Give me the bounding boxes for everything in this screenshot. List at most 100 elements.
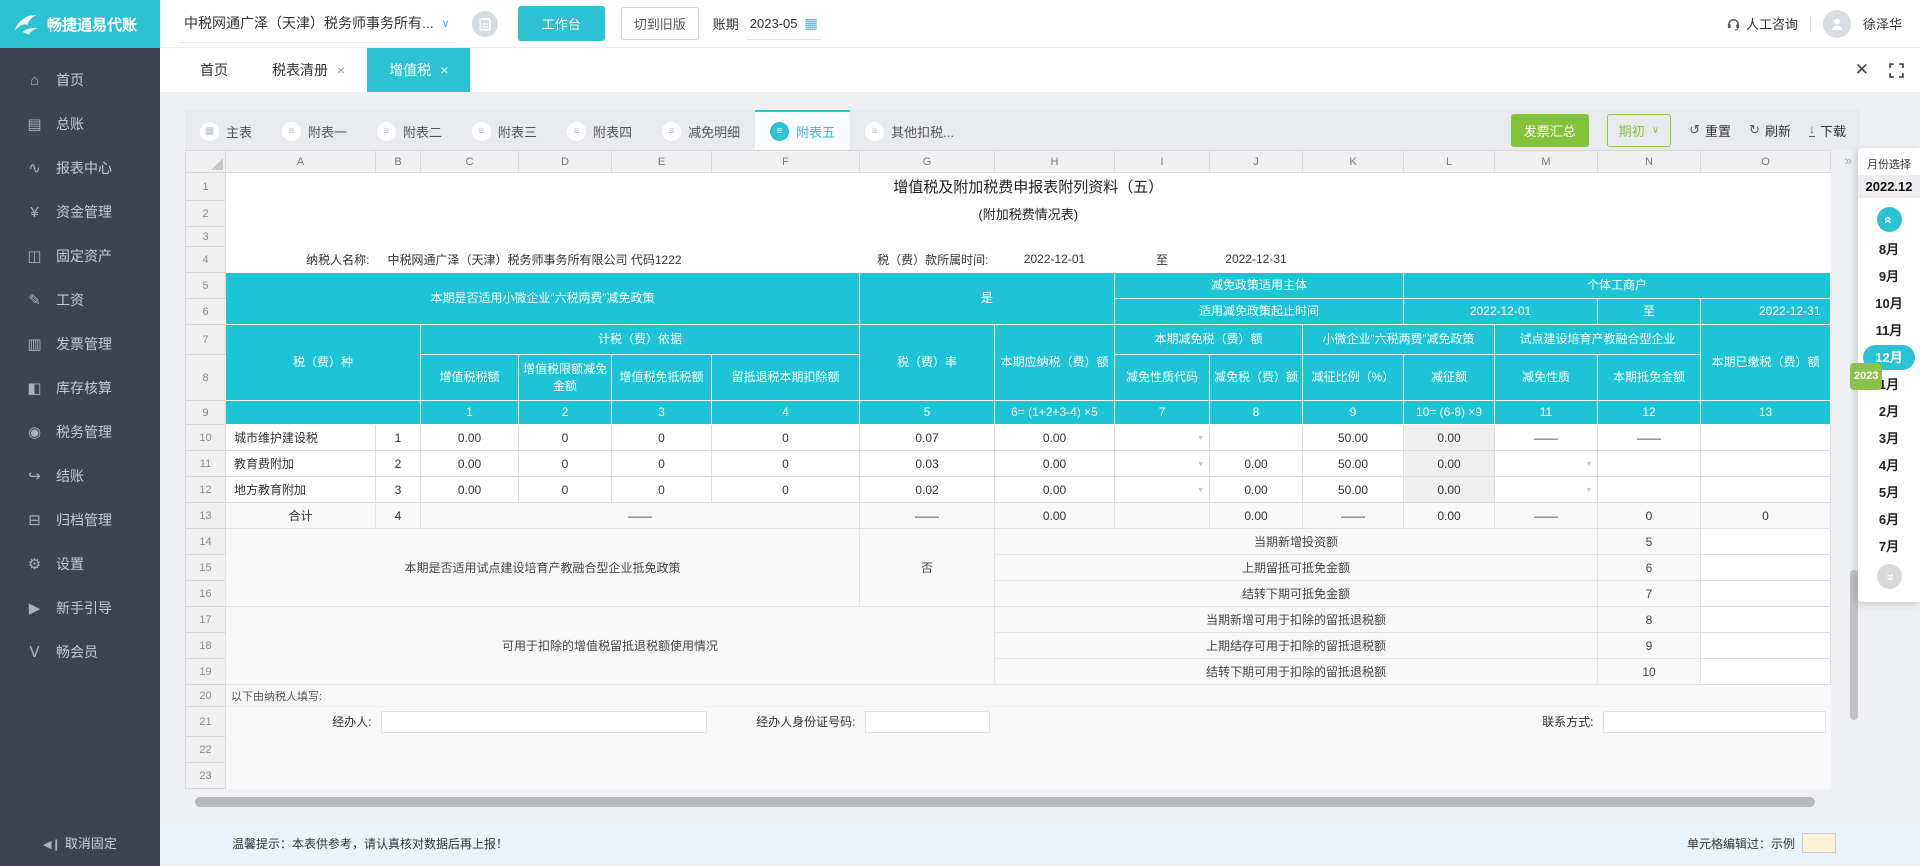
close-icon[interactable]: ×	[337, 62, 345, 78]
sheet-tab-附表五[interactable]: ≡ 附表五	[755, 110, 851, 150]
month-item[interactable]: 10月	[1863, 291, 1915, 316]
column-letter[interactable]: E	[611, 150, 712, 173]
row-number[interactable]: 17	[185, 606, 226, 633]
cell[interactable]	[1700, 632, 1831, 659]
cell[interactable]	[1700, 424, 1831, 451]
cell[interactable]: 0	[518, 476, 612, 503]
column-letter[interactable]: A	[225, 150, 376, 173]
month-item[interactable]: 9月	[1863, 264, 1915, 289]
cell[interactable]	[1209, 424, 1303, 451]
sidebar-item-assets[interactable]: ◫ 固定资产	[0, 234, 160, 278]
cell[interactable]: 0	[518, 424, 612, 451]
cell[interactable]	[1700, 476, 1831, 503]
cell[interactable]: 0	[711, 476, 860, 503]
cell[interactable]: 0	[611, 424, 712, 451]
avatar[interactable]	[1822, 9, 1851, 38]
cell[interactable]	[1700, 450, 1831, 477]
row-number[interactable]: 2	[185, 200, 226, 227]
sidebar-item-guide[interactable]: ▶ 新手引导	[0, 586, 160, 630]
sidebar-item-closing[interactable]: ↪ 结账	[0, 454, 160, 498]
column-letter[interactable]: D	[518, 150, 612, 173]
cell[interactable]: 0	[518, 450, 612, 477]
sheet-tab-附表二[interactable]: ≡ 附表二	[362, 110, 457, 150]
sidebar-item-invoice[interactable]: ▥ 发票管理	[0, 322, 160, 366]
row-number[interactable]: 9	[185, 400, 226, 425]
column-letter[interactable]: B	[375, 150, 421, 173]
sheet-tab-附表四[interactable]: ≡ 附表四	[552, 110, 647, 150]
support-button[interactable]: 人工咨询	[1726, 14, 1798, 33]
cell[interactable]: 0.00	[420, 476, 519, 503]
cell[interactable]: 0.00	[420, 450, 519, 477]
row-number[interactable]: 13	[185, 502, 226, 529]
month-item[interactable]: 2月	[1863, 399, 1915, 424]
tab-税表清册[interactable]: 税表清册 ×	[250, 48, 367, 92]
cell[interactable]: 城市维护建设税	[225, 424, 376, 451]
cell[interactable]	[1700, 580, 1831, 607]
cell[interactable]: ——	[1494, 424, 1598, 451]
fullscreen-icon[interactable]	[1889, 62, 1904, 78]
column-letter[interactable]: O	[1700, 150, 1831, 173]
row-number[interactable]: 8	[185, 354, 226, 401]
sidebar-item-settings[interactable]: ⚙ 设置	[0, 542, 160, 586]
cell[interactable]: 0.02	[859, 476, 995, 503]
scroll-down-icon[interactable]: «	[1876, 564, 1902, 589]
sidebar-item-salary[interactable]: ✎ 工资	[0, 278, 160, 322]
sheet-tab-减免明细[interactable]: ≡ 减免明细	[647, 110, 755, 150]
cell[interactable]	[1597, 476, 1701, 503]
cell[interactable]: 0.00	[1403, 424, 1495, 451]
cell[interactable]: ▾	[1494, 450, 1598, 477]
row-number[interactable]: 15	[185, 554, 226, 581]
cell[interactable]: 50.00	[1302, 424, 1404, 451]
cell[interactable]: 0	[711, 450, 860, 477]
period-picker[interactable]: 2023-05 ▦	[746, 8, 821, 40]
cell[interactable]	[859, 706, 995, 737]
sidebar-item-funds[interactable]: ¥ 资金管理	[0, 190, 160, 234]
vertical-scrollbar[interactable]	[1850, 570, 1858, 720]
cell[interactable]: ▾	[1494, 476, 1598, 503]
month-item[interactable]: 6月	[1863, 507, 1915, 532]
cell[interactable]: 0	[611, 476, 712, 503]
sheet-tab-附表一[interactable]: ≡ 附表一	[267, 110, 362, 150]
tab-增值税[interactable]: 增值税 ×	[367, 48, 471, 92]
sidebar-item-tax[interactable]: ◉ 税务管理	[0, 410, 160, 454]
column-letter[interactable]: L	[1403, 150, 1495, 173]
cell[interactable]	[1597, 450, 1701, 477]
month-item[interactable]: 4月	[1863, 453, 1915, 478]
cell[interactable]: 2	[375, 450, 421, 477]
opening-balance-button[interactable]: 期初 ∨	[1606, 113, 1672, 147]
cell[interactable]	[1700, 658, 1831, 685]
cell[interactable]: 3	[375, 476, 421, 503]
cell[interactable]: 0.03	[859, 450, 995, 477]
cell[interactable]: 0.00	[994, 424, 1115, 451]
row-number[interactable]: 4	[185, 246, 226, 273]
column-letter[interactable]: M	[1494, 150, 1598, 173]
reset-button[interactable]: ↺ 重置	[1689, 121, 1731, 140]
horizontal-scrollbar[interactable]	[195, 797, 1815, 807]
cell[interactable]	[1700, 554, 1831, 581]
cell[interactable]: 0.00	[1403, 450, 1495, 477]
sidebar-item-inventory[interactable]: ◧ 库存核算	[0, 366, 160, 410]
month-item[interactable]: 5月	[1863, 480, 1915, 505]
row-number[interactable]: 23	[185, 762, 226, 789]
month-item[interactable]: 8月	[1863, 237, 1915, 262]
cell[interactable]: 0.00	[1209, 476, 1303, 503]
cell[interactable]: 0.00	[1403, 476, 1495, 503]
row-number[interactable]: 6	[185, 298, 226, 325]
cell[interactable]: 1	[375, 424, 421, 451]
sidebar-item-member[interactable]: Ⅴ 畅会员	[0, 630, 160, 674]
column-letter[interactable]: K	[1302, 150, 1404, 173]
row-number[interactable]: 12	[185, 476, 226, 503]
row-number[interactable]: 18	[185, 632, 226, 659]
cell[interactable]: ▾	[1114, 450, 1210, 477]
row-number[interactable]: 1	[185, 172, 226, 201]
column-letter[interactable]: G	[859, 150, 995, 173]
close-tab-icon[interactable]: ✕	[1855, 60, 1869, 80]
sidebar-item-report[interactable]: ∿ 报表中心	[0, 146, 160, 190]
cell[interactable]: 地方教育附加	[225, 476, 376, 503]
column-letter[interactable]: H	[994, 150, 1115, 173]
sidebar-item-archive[interactable]: ⊟ 归档管理	[0, 498, 160, 542]
cell[interactable]: 教育费附加	[225, 450, 376, 477]
switch-old-version-button[interactable]: 切到旧版	[620, 7, 699, 40]
cell[interactable]	[1700, 606, 1831, 633]
column-letter[interactable]: F	[711, 150, 860, 173]
